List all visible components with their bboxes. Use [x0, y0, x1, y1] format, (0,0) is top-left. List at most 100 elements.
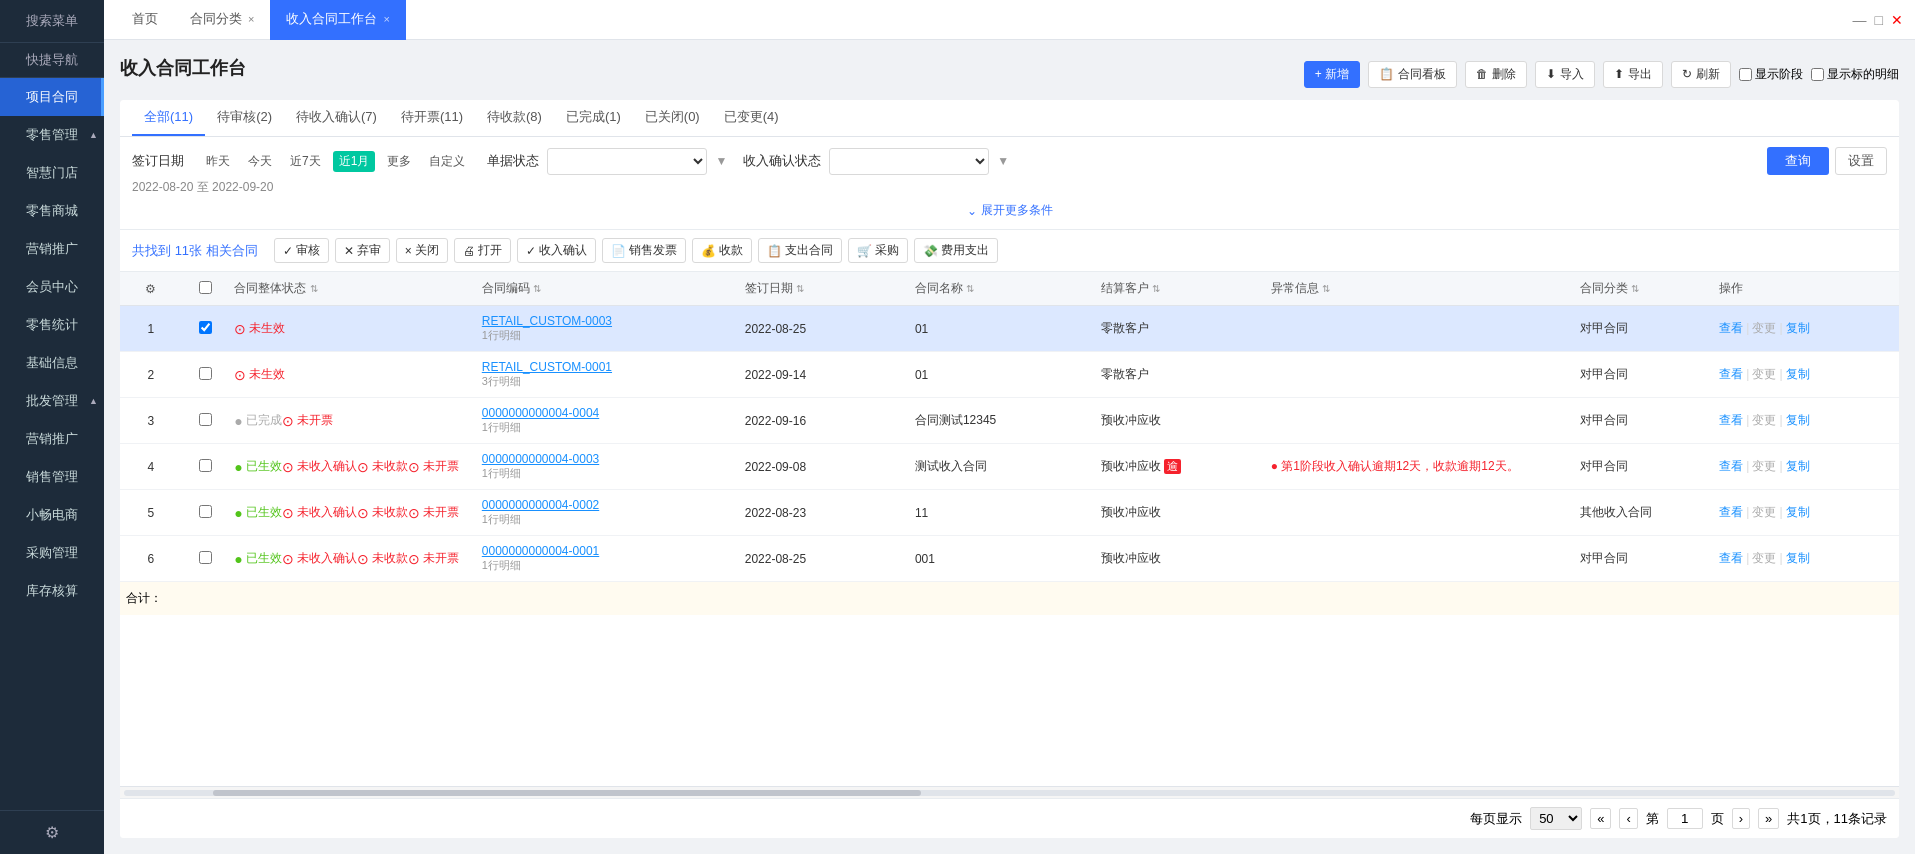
action-abandon-button[interactable]: ✕ 弃审	[335, 238, 390, 263]
sidebar-item-marketing[interactable]: 营销推广	[0, 230, 104, 268]
action-review-button[interactable]: ✓ 审核	[274, 238, 329, 263]
contract-code-link[interactable]: 0000000000004-0003	[482, 452, 599, 466]
action-purchase-button[interactable]: 🛒 采购	[848, 238, 908, 263]
contract-board-button[interactable]: 📋 合同看板	[1368, 61, 1457, 88]
query-button[interactable]: 查询	[1767, 147, 1829, 175]
row-checkbox-4[interactable]	[199, 505, 212, 518]
delete-button[interactable]: 🗑 删除	[1465, 61, 1527, 88]
yesterday-btn[interactable]: 昨天	[200, 151, 236, 172]
status-tab-pending-confirm[interactable]: 待收入确认(7)	[284, 100, 389, 136]
action-close-button[interactable]: × 关闭	[396, 238, 448, 263]
op-变更-btn[interactable]: 变更	[1752, 459, 1776, 473]
expand-button[interactable]: ⌄ 展开更多条件	[967, 202, 1053, 219]
sidebar-item-sales-mgmt[interactable]: 销售管理	[0, 458, 104, 496]
tab-close-contract-category[interactable]: ×	[248, 0, 254, 39]
action-expense-payout-button[interactable]: 💸 费用支出	[914, 238, 998, 263]
sidebar-item-project[interactable]: 项目合同	[0, 78, 104, 116]
action-income-confirm-button[interactable]: ✓ 收入确认	[517, 238, 596, 263]
sidebar-item-retail-stat[interactable]: 零售统计	[0, 306, 104, 344]
th-name[interactable]: 合同名称 ⇅	[909, 272, 1095, 306]
last1month-btn[interactable]: 近1月	[333, 151, 376, 172]
th-exception[interactable]: 异常信息 ⇅	[1265, 272, 1574, 306]
show-fields-checkbox-wrap[interactable]: 显示阶段	[1739, 66, 1803, 83]
sidebar-nav[interactable]: 快捷导航	[0, 43, 104, 78]
op-查看-btn[interactable]: 查看	[1719, 505, 1743, 519]
op-查看-btn[interactable]: 查看	[1719, 459, 1743, 473]
th-date[interactable]: 签订日期 ⇅	[739, 272, 909, 306]
action-payout-contract-button[interactable]: 📋 支出合同	[758, 238, 842, 263]
action-print-button[interactable]: 🖨 打开	[454, 238, 511, 263]
status-tab-pending-review[interactable]: 待审核(2)	[205, 100, 284, 136]
show-marks-checkbox-wrap[interactable]: 显示标的明细	[1811, 66, 1899, 83]
sidebar-item-retail-mall[interactable]: 零售商城	[0, 192, 104, 230]
tab-income-contract[interactable]: 收入合同工作台×	[270, 0, 405, 40]
status-tab-changed[interactable]: 已变更(4)	[712, 100, 791, 136]
income-confirm-select[interactable]	[829, 148, 989, 175]
more-btn[interactable]: 更多	[381, 151, 417, 172]
op-变更-btn[interactable]: 变更	[1752, 413, 1776, 427]
contract-code-link[interactable]: 0000000000004-0001	[482, 544, 599, 558]
th-status[interactable]: 合同整体状态 ⇅	[228, 272, 476, 306]
doc-status-select[interactable]	[547, 148, 707, 175]
maximize-btn[interactable]: □	[1875, 12, 1883, 28]
prev-page-button[interactable]: ‹	[1619, 808, 1637, 829]
th-category[interactable]: 合同分类 ⇅	[1574, 272, 1713, 306]
sidebar-item-member[interactable]: 会员中心	[0, 268, 104, 306]
action-collection-button[interactable]: 💰 收款	[692, 238, 752, 263]
op-变更-btn[interactable]: 变更	[1752, 367, 1776, 381]
sidebar-item-purchase-mgmt[interactable]: 采购管理	[0, 534, 104, 572]
sidebar-item-inventory[interactable]: 库存核算	[0, 572, 104, 610]
contract-code-link[interactable]: 0000000000004-0004	[482, 406, 599, 420]
op-变更-btn[interactable]: 变更	[1752, 321, 1776, 335]
scroll-thumb[interactable]	[213, 790, 921, 796]
status-tab-all[interactable]: 全部(11)	[132, 100, 205, 136]
row-checkbox-0[interactable]	[199, 321, 212, 334]
tab-home[interactable]: 首页	[116, 0, 174, 40]
close-btn[interactable]: ✕	[1891, 12, 1903, 28]
tab-contract-category[interactable]: 合同分类×	[174, 0, 270, 40]
settings-button[interactable]: 设置	[1835, 147, 1887, 175]
contract-code-link[interactable]: RETAIL_CUSTOM-0001	[482, 360, 612, 374]
export-button[interactable]: ⬆ 导出	[1603, 61, 1663, 88]
today-btn[interactable]: 今天	[242, 151, 278, 172]
row-checkbox-3[interactable]	[199, 459, 212, 472]
op-复制-btn[interactable]: 复制	[1786, 321, 1810, 335]
op-查看-btn[interactable]: 查看	[1719, 413, 1743, 427]
status-tab-closed[interactable]: 已关闭(0)	[633, 100, 712, 136]
sidebar-item-smart-store[interactable]: 智慧门店	[0, 154, 104, 192]
contract-code-link[interactable]: 0000000000004-0002	[482, 498, 599, 512]
last7-btn[interactable]: 近7天	[284, 151, 327, 172]
row-checkbox-5[interactable]	[199, 551, 212, 564]
sidebar-item-wholesale-mgmt[interactable]: 批发管理	[0, 382, 104, 420]
row-checkbox-2[interactable]	[199, 413, 212, 426]
op-复制-btn[interactable]: 复制	[1786, 459, 1810, 473]
next-page-button[interactable]: ›	[1732, 808, 1750, 829]
horizontal-scrollbar[interactable]	[120, 786, 1899, 798]
first-page-button[interactable]: «	[1590, 808, 1611, 829]
show-marks-checkbox[interactable]	[1811, 68, 1824, 81]
action-sales-invoice-button[interactable]: 📄 销售发票	[602, 238, 686, 263]
op-复制-btn[interactable]: 复制	[1786, 413, 1810, 427]
status-tab-completed[interactable]: 已完成(1)	[554, 100, 633, 136]
last-page-button[interactable]: »	[1758, 808, 1779, 829]
op-变更-btn[interactable]: 变更	[1752, 505, 1776, 519]
op-查看-btn[interactable]: 查看	[1719, 367, 1743, 381]
status-tab-pending-payment[interactable]: 待收款(8)	[475, 100, 554, 136]
op-变更-btn[interactable]: 变更	[1752, 551, 1776, 565]
sidebar-item-base-info[interactable]: 基础信息	[0, 344, 104, 382]
row-checkbox-1[interactable]	[199, 367, 212, 380]
sidebar-item-ecommerce[interactable]: 小畅电商	[0, 496, 104, 534]
th-code[interactable]: 合同编码 ⇅	[476, 272, 739, 306]
sidebar-search[interactable]: 搜索菜单	[0, 0, 104, 43]
new-button[interactable]: + 新增	[1304, 61, 1360, 88]
sidebar-item-retail-mgmt[interactable]: 零售管理	[0, 116, 104, 154]
sidebar-item-marketing2[interactable]: 营销推广	[0, 420, 104, 458]
per-page-select[interactable]: 102050100	[1530, 807, 1582, 830]
minimize-btn[interactable]: —	[1853, 12, 1867, 28]
op-复制-btn[interactable]: 复制	[1786, 505, 1810, 519]
select-all-checkbox[interactable]	[199, 281, 212, 294]
op-查看-btn[interactable]: 查看	[1719, 321, 1743, 335]
table-scroll[interactable]: ⚙ 合同整体状态 ⇅ 合同编码 ⇅ 签订日期 ⇅ 合同名称 ⇅ 结算客户 ⇅ 异…	[120, 272, 1899, 786]
op-查看-btn[interactable]: 查看	[1719, 551, 1743, 565]
status-tab-pending-invoice[interactable]: 待开票(11)	[389, 100, 475, 136]
